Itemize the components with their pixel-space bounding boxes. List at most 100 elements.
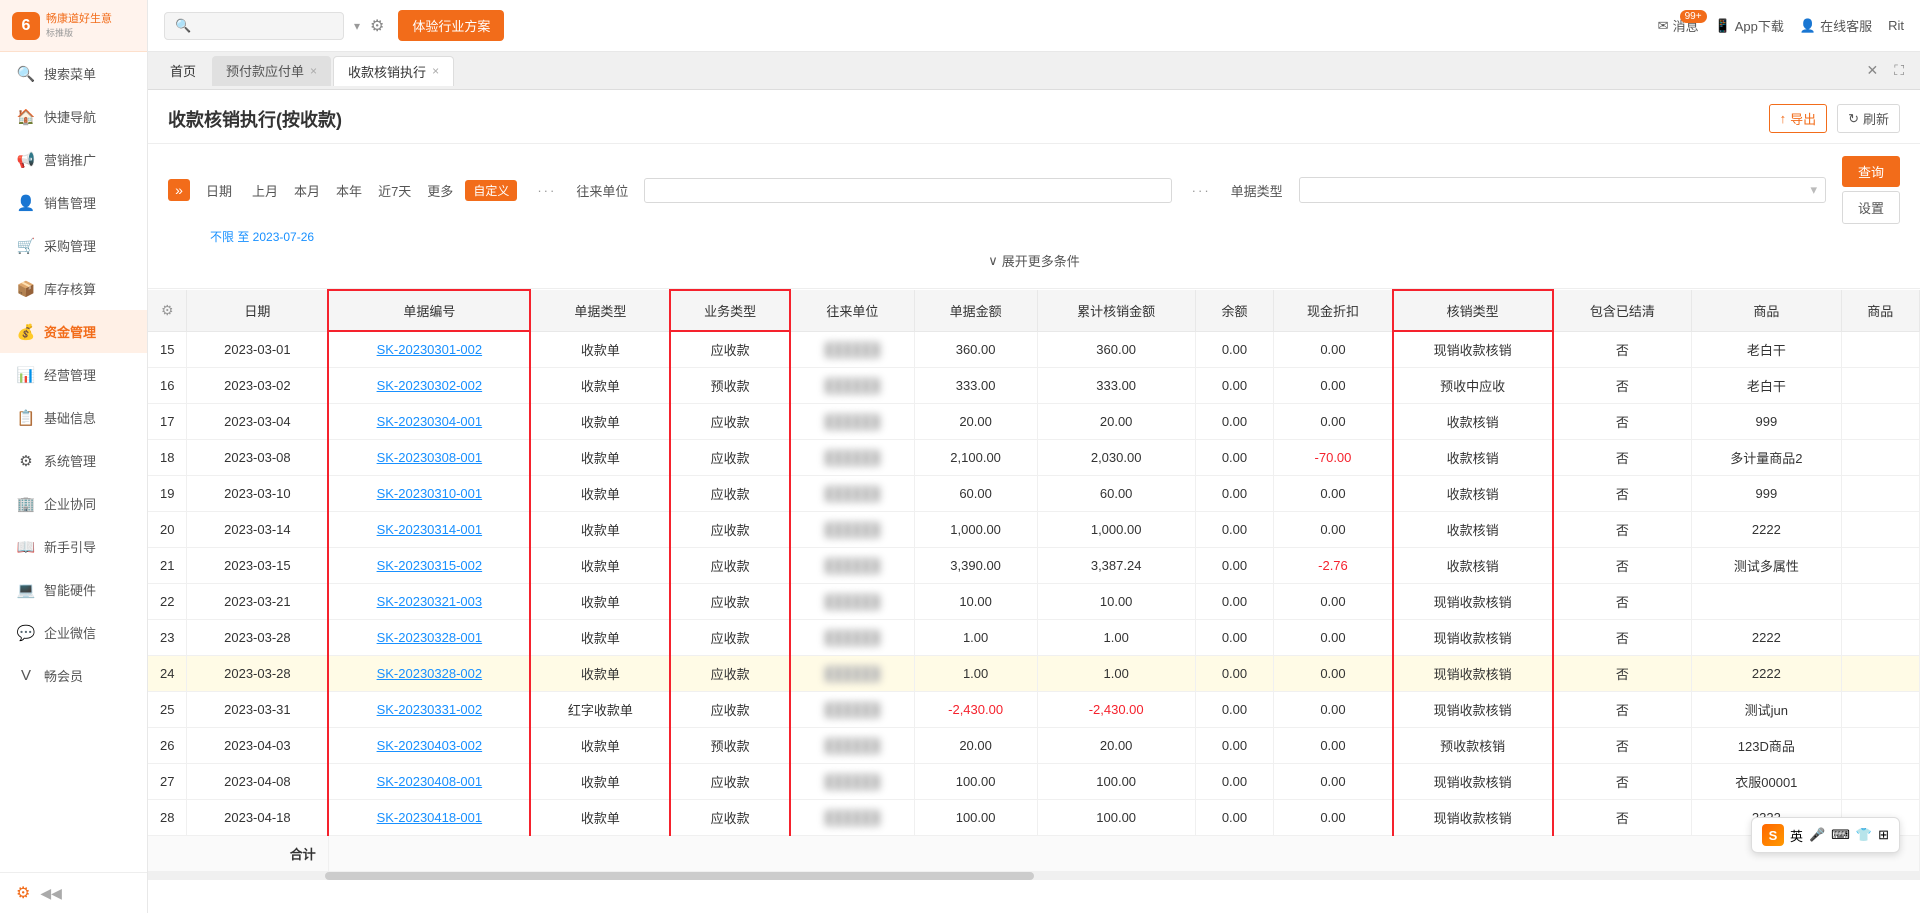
- tab-close-all-icon[interactable]: ✕: [1862, 60, 1882, 81]
- docno-link[interactable]: SK-20230301-002: [377, 342, 483, 357]
- cell-discount: 0.00: [1274, 331, 1393, 368]
- sidebar-item-sales[interactable]: 👤 销售管理: [0, 181, 147, 224]
- sidebar-item-wechat[interactable]: 💬 企业微信: [0, 611, 147, 654]
- sidebar-item-ops[interactable]: 📊 经营管理: [0, 353, 147, 396]
- corp-icon: 🏢: [16, 495, 36, 513]
- table-row: 19 2023-03-10 SK-20230310-001 收款单 应收款 ██…: [148, 476, 1920, 512]
- app-download-action[interactable]: 📱 App下载: [1715, 16, 1784, 35]
- expand-more-button[interactable]: ∨ 展开更多条件: [168, 245, 1900, 276]
- docno-link[interactable]: SK-20230331-002: [377, 702, 483, 717]
- sidebar-item-system[interactable]: ⚙ 系统管理: [0, 439, 147, 482]
- table-row: 17 2023-03-04 SK-20230304-001 收款单 应收款 ██…: [148, 404, 1920, 440]
- docno-link[interactable]: SK-20230310-001: [377, 486, 483, 501]
- col-goods2: 商品: [1841, 290, 1919, 331]
- sidebar-item-label: 搜索菜单: [44, 64, 96, 83]
- cell-biztype: 应收款: [670, 764, 790, 800]
- date-more[interactable]: 更多: [423, 179, 457, 202]
- cell-amount: 333.00: [914, 368, 1037, 404]
- brand-name: 畅康道好生意: [46, 12, 112, 26]
- sidebar-item-guide[interactable]: 📖 新手引导: [0, 525, 147, 568]
- settings-bottom-icon[interactable]: ⚙: [16, 883, 30, 903]
- tab-prepay[interactable]: 预付款应付单 ×: [212, 56, 331, 86]
- sidebar-item-finance[interactable]: 💰 资金管理: [0, 310, 147, 353]
- tab-home[interactable]: 首页: [156, 56, 210, 86]
- data-table: ⚙ 日期 单据编号 单据类型 业务类型 往来单位 单据金额 累计核销金额 余额 …: [148, 289, 1920, 872]
- scrollbar-thumb[interactable]: [325, 872, 1034, 880]
- cell-biztype: 应收款: [670, 584, 790, 620]
- sidebar-item-search[interactable]: 🔍 搜索菜单: [0, 52, 147, 95]
- cell-vertype: 收款核销: [1393, 512, 1553, 548]
- table-row: 18 2023-03-08 SK-20230308-001 收款单 应收款 ██…: [148, 440, 1920, 476]
- cell-goods1: 2222: [1692, 656, 1841, 692]
- company-value: ██████: [825, 342, 880, 357]
- filter-dots-2: ···: [1192, 183, 1211, 198]
- cell-closed: 否: [1553, 692, 1692, 728]
- date-this-year[interactable]: 本年: [332, 179, 366, 202]
- search-icon: 🔍: [16, 65, 36, 83]
- docno-link[interactable]: SK-20230418-001: [377, 810, 483, 825]
- finance-icon: 💰: [16, 323, 36, 341]
- cell-discount: 0.00: [1274, 404, 1393, 440]
- sidebar-item-inventory[interactable]: 📦 库存核算: [0, 267, 147, 310]
- docno-link[interactable]: SK-20230315-002: [377, 558, 483, 573]
- float-shirt-icon[interactable]: 👕: [1856, 827, 1872, 843]
- topbar-search-box[interactable]: 🔍: [164, 12, 344, 40]
- sidebar-collapse-button[interactable]: ◀◀: [40, 885, 62, 902]
- setting-button[interactable]: 设置: [1842, 191, 1900, 224]
- docno-link[interactable]: SK-20230408-001: [377, 774, 483, 789]
- table-body: 15 2023-03-01 SK-20230301-002 收款单 应收款 ██…: [148, 331, 1920, 872]
- sidebar-item-nav[interactable]: 🏠 快捷导航: [0, 95, 147, 138]
- horizontal-scrollbar[interactable]: [148, 872, 1920, 880]
- export-button[interactable]: ↑ 导出: [1769, 104, 1828, 133]
- refresh-button[interactable]: ↻ 刷新: [1837, 104, 1900, 133]
- docno-link[interactable]: SK-20230314-001: [377, 522, 483, 537]
- date-last-month[interactable]: 上月: [248, 179, 282, 202]
- cell-closed: 否: [1553, 728, 1692, 764]
- online-service-action[interactable]: 👤 在线客服: [1800, 16, 1872, 35]
- dropdown-arrow-icon[interactable]: ▾: [354, 19, 360, 33]
- sidebar-item-corp[interactable]: 🏢 企业协同: [0, 482, 147, 525]
- docno-link[interactable]: SK-20230328-002: [377, 666, 483, 681]
- docno-link[interactable]: SK-20230321-003: [377, 594, 483, 609]
- date-custom-button[interactable]: 自定义: [465, 180, 517, 201]
- filter-query-group: 查询 设置: [1842, 156, 1900, 224]
- query-button[interactable]: 查询: [1842, 156, 1900, 187]
- sidebar-item-marketing[interactable]: 📢 营销推广: [0, 138, 147, 181]
- docno-link[interactable]: SK-20230403-002: [377, 738, 483, 753]
- cell-date: 2023-04-08: [187, 764, 328, 800]
- docno-link[interactable]: SK-20230304-001: [377, 414, 483, 429]
- sidebar-item-member[interactable]: V 畅会员: [0, 654, 147, 697]
- cell-docno: SK-20230331-002: [328, 692, 530, 728]
- filter-collapse-button[interactable]: »: [168, 179, 190, 201]
- sidebar-item-hardware[interactable]: 💻 智能硬件: [0, 568, 147, 611]
- docno-link[interactable]: SK-20230328-001: [377, 630, 483, 645]
- company-filter-input[interactable]: [644, 178, 1171, 203]
- main-content: 🔍 ▾ ⚙ 体验行业方案 ✉ 消息 99+ 📱 App下载 👤 在线客服 Rit: [148, 0, 1920, 913]
- message-action[interactable]: ✉ 消息 99+: [1658, 16, 1699, 35]
- cell-verified: 60.00: [1037, 476, 1195, 512]
- user-name[interactable]: Rit: [1888, 18, 1904, 33]
- company-value: ██████: [825, 558, 880, 573]
- date-last-7-days[interactable]: 近7天: [374, 179, 415, 202]
- tab-verify[interactable]: 收款核销执行 ×: [333, 56, 454, 86]
- topbar-gear-icon[interactable]: ⚙: [370, 16, 384, 36]
- cell-date: 2023-03-14: [187, 512, 328, 548]
- tab-prepay-close-icon[interactable]: ×: [310, 64, 317, 78]
- search-input[interactable]: [197, 19, 317, 33]
- sidebar-item-base[interactable]: 📋 基础信息: [0, 396, 147, 439]
- date-this-month[interactable]: 本月: [290, 179, 324, 202]
- cell-biztype: 应收款: [670, 620, 790, 656]
- tab-fullscreen-icon[interactable]: ⛶: [1890, 60, 1908, 81]
- column-settings-icon[interactable]: ⚙: [161, 302, 174, 318]
- docno-link[interactable]: SK-20230302-002: [377, 378, 483, 393]
- solution-button[interactable]: 体验行业方案: [398, 10, 504, 41]
- cell-no: 22: [148, 584, 187, 620]
- tab-verify-close-icon[interactable]: ×: [432, 64, 439, 78]
- float-keyboard-icon[interactable]: ⌨: [1831, 827, 1850, 843]
- docno-link[interactable]: SK-20230308-001: [377, 450, 483, 465]
- float-mic-icon[interactable]: 🎤: [1809, 827, 1825, 843]
- sidebar-item-purchase[interactable]: 🛒 采购管理: [0, 224, 147, 267]
- col-verified: 累计核销金额: [1037, 290, 1195, 331]
- type-filter-select[interactable]: ▾: [1299, 177, 1826, 203]
- float-grid-icon[interactable]: ⊞: [1878, 827, 1889, 843]
